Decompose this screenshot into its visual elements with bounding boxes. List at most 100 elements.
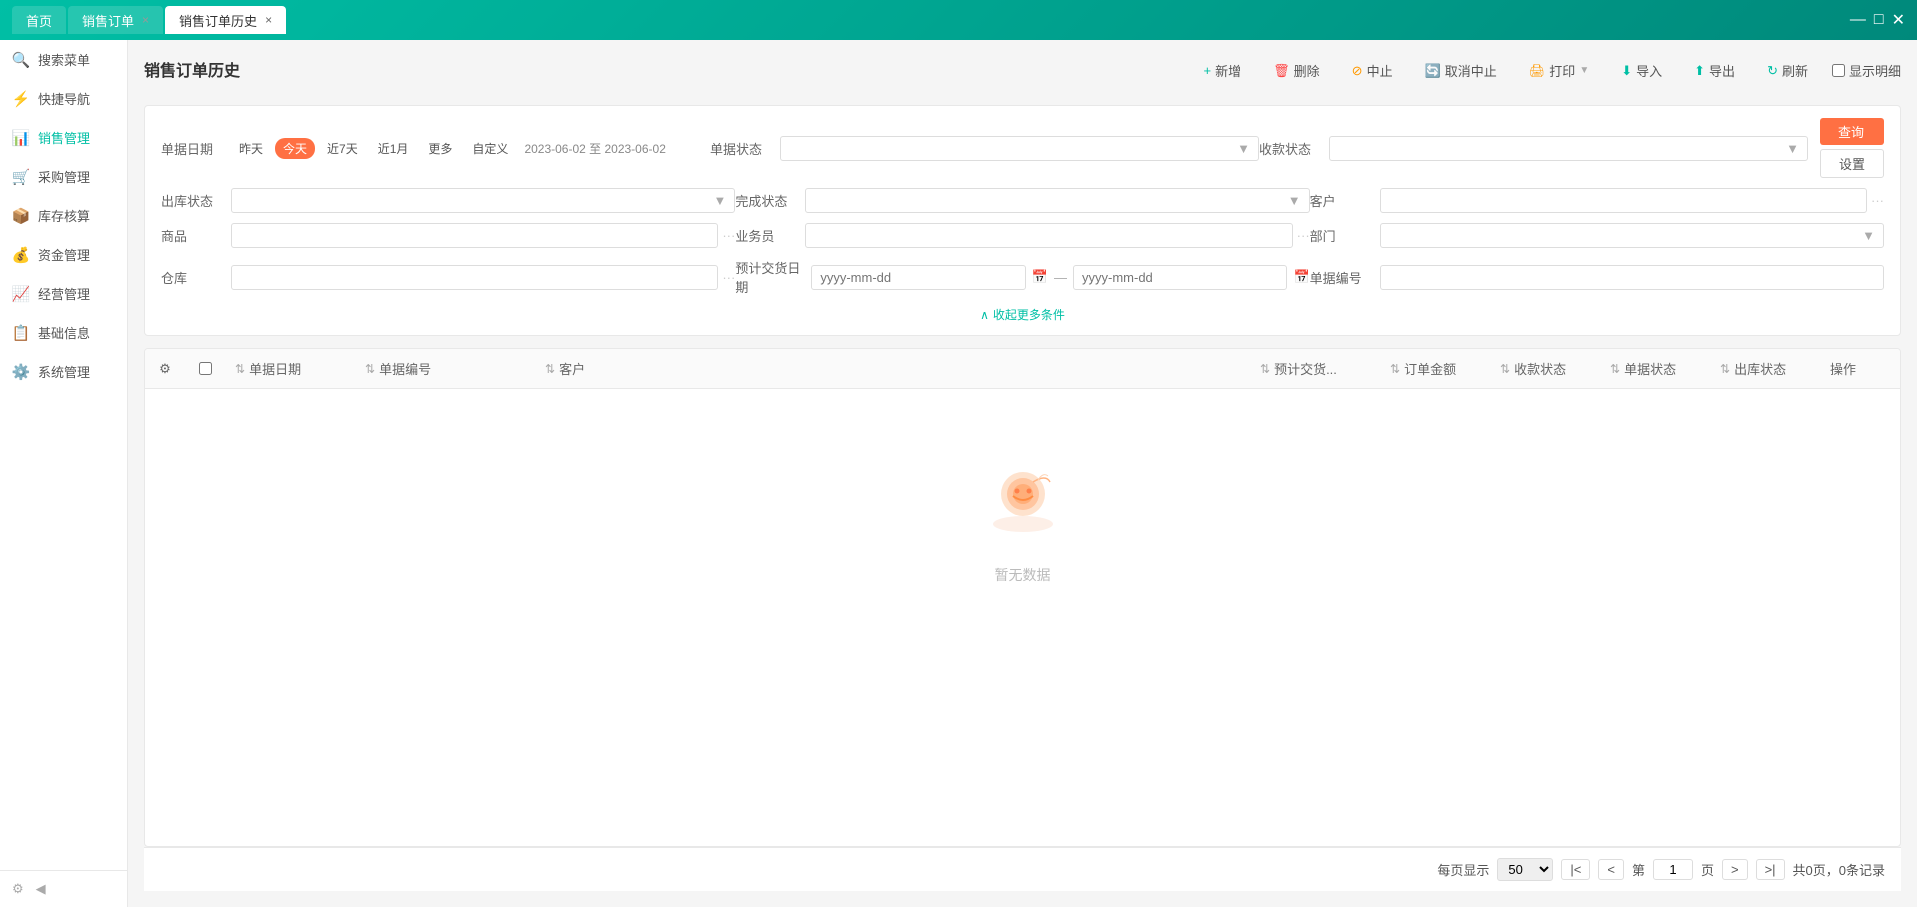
sidebar-item-base-info[interactable]: 📋 基础信息	[0, 313, 127, 352]
sidebar-item-operations[interactable]: 📈 经营管理	[0, 274, 127, 313]
delete-icon: 🗑	[1273, 63, 1290, 79]
print-button[interactable]: 🖨 打印 ▼	[1517, 56, 1601, 85]
sort-icon-date[interactable]: ⇅	[235, 362, 245, 376]
refresh-button[interactable]: ↻ 刷新	[1755, 56, 1820, 85]
bumen-arrow: ▼	[1862, 228, 1875, 243]
th-customer: ⇅ 客户	[535, 359, 1250, 378]
close-button[interactable]: ✕	[1892, 10, 1905, 30]
calendar-icon-end[interactable]: 📅	[1293, 269, 1309, 285]
danjubianhao-input[interactable]	[1380, 265, 1884, 290]
sidebar-item-finance[interactable]: 💰 资金管理	[0, 235, 127, 274]
sort-icon-number[interactable]: ⇅	[365, 362, 375, 376]
sidebar-settings-icon[interactable]: ⚙	[12, 881, 24, 897]
sidebar-item-inventory[interactable]: 📦 库存核算	[0, 196, 127, 235]
filter-wancheng-section: 完成状态 ▼	[735, 188, 1309, 213]
sidebar-item-search-label: 搜索菜单	[38, 50, 90, 69]
add-icon: +	[1204, 63, 1212, 78]
kehu-dots[interactable]: ···	[1871, 193, 1884, 208]
next-page-button[interactable]: >	[1722, 859, 1748, 880]
select-all-checkbox[interactable]	[199, 362, 212, 375]
minimize-button[interactable]: —	[1850, 11, 1866, 29]
bumen-select[interactable]: ▼	[1380, 223, 1884, 248]
empty-text: 暂无数据	[995, 565, 1051, 585]
shangpin-dots[interactable]: ···	[722, 228, 735, 243]
settings-button[interactable]: 设置	[1820, 149, 1884, 178]
import-button[interactable]: ⬇ 导入	[1609, 56, 1674, 85]
per-page-select[interactable]: 50 10 20 100	[1497, 858, 1553, 881]
date-tab-yesterday[interactable]: 昨天	[231, 138, 271, 159]
sidebar-bottom: ⚙ ◀	[0, 870, 127, 907]
shoukuan-status-select[interactable]: ▼	[1329, 136, 1808, 161]
import-icon: ⬇	[1621, 63, 1632, 79]
show-detail-checkbox-label[interactable]: 显示明细	[1832, 61, 1901, 80]
sales-icon: 📊	[12, 129, 30, 147]
delivery-date-start[interactable]	[811, 265, 1025, 290]
tab-sales-history[interactable]: 销售订单历史 ×	[165, 6, 286, 34]
table-settings-icon[interactable]: ⚙	[159, 361, 171, 377]
yewuyuan-dots[interactable]: ···	[1297, 228, 1310, 243]
sidebar-collapse-icon[interactable]: ◀	[36, 881, 46, 897]
query-button[interactable]: 查询	[1820, 118, 1884, 145]
add-button[interactable]: + 新增	[1192, 56, 1254, 85]
filter-row-1: 单据日期 昨天 今天 近7天 近1月 更多 自定义 2023-06-02 至 2…	[161, 118, 1884, 178]
tab-home-label: 首页	[26, 11, 52, 30]
yewuyuan-input[interactable]	[805, 223, 1292, 248]
collapse-link[interactable]: ∧ 收起更多条件	[161, 306, 1884, 323]
calendar-icon-start[interactable]: 📅	[1032, 269, 1048, 285]
sidebar-item-quick-nav[interactable]: ⚡ 快捷导航	[0, 79, 127, 118]
show-detail-checkbox[interactable]	[1832, 64, 1845, 77]
maximize-button[interactable]: □	[1874, 11, 1884, 29]
per-page-label: 每页显示	[1437, 860, 1489, 879]
sort-icon-amount[interactable]: ⇅	[1390, 362, 1400, 376]
filter-bumen-section: 部门 ▼	[1310, 223, 1884, 248]
date-separator: —	[1054, 270, 1067, 285]
stop-icon: ⊘	[1352, 63, 1363, 79]
tab-sales-history-close[interactable]: ×	[265, 13, 272, 27]
kehu-input[interactable]	[1380, 188, 1867, 213]
shangpin-input[interactable]	[231, 223, 718, 248]
sidebar-item-system[interactable]: ⚙️ 系统管理	[0, 352, 127, 391]
export-button[interactable]: ⬆ 导出	[1682, 56, 1747, 85]
tab-home[interactable]: 首页	[12, 6, 66, 34]
cancel-stop-button[interactable]: 🔄 取消中止	[1413, 56, 1509, 85]
sidebar-item-search[interactable]: 🔍 搜索菜单	[0, 40, 127, 79]
date-tab-7days[interactable]: 近7天	[319, 138, 366, 159]
date-tab-1month[interactable]: 近1月	[370, 138, 417, 159]
chuku-status-select[interactable]: ▼	[231, 188, 735, 213]
delete-button[interactable]: 🗑 删除	[1261, 56, 1332, 85]
danju-status-label: 单据状态	[710, 139, 780, 158]
tab-sales-order[interactable]: 销售订单 ×	[68, 6, 163, 34]
wancheng-status-select[interactable]: ▼	[805, 188, 1309, 213]
main-content: 销售订单历史 + 新增 🗑 删除 ⊘ 中止 🔄 取消中止	[128, 40, 1917, 907]
sort-icon-receipt[interactable]: ⇅	[1500, 362, 1510, 376]
filter-delivery-date-section: 预计交货日期 📅 — 📅	[735, 258, 1309, 296]
page-number-input[interactable]	[1653, 859, 1693, 880]
sort-icon-customer[interactable]: ⇅	[545, 362, 555, 376]
stop-button[interactable]: ⊘ 中止	[1340, 56, 1405, 85]
th-outbound-status: ⇅ 出库状态	[1710, 359, 1820, 378]
checkbox-th[interactable]	[185, 362, 225, 375]
sort-icon-delivery[interactable]: ⇅	[1260, 362, 1270, 376]
first-page-button[interactable]: |<	[1561, 859, 1590, 880]
export-icon: ⬆	[1694, 63, 1705, 79]
delivery-date-end[interactable]	[1073, 265, 1287, 290]
tab-sales-order-close[interactable]: ×	[142, 13, 149, 27]
sidebar-item-system-label: 系统管理	[38, 362, 90, 381]
last-page-button[interactable]: >|	[1756, 859, 1785, 880]
print-dropdown-icon: ▼	[1579, 65, 1589, 76]
date-tab-today[interactable]: 今天	[275, 138, 315, 159]
danju-status-select[interactable]: ▼	[780, 136, 1259, 161]
cangku-dots[interactable]: ···	[722, 270, 735, 285]
window-controls: — □ ✕	[1850, 10, 1905, 30]
settings-th[interactable]: ⚙	[145, 361, 185, 377]
prev-page-button[interactable]: <	[1598, 859, 1624, 880]
sidebar-item-sales[interactable]: 📊 销售管理	[0, 118, 127, 157]
sort-icon-doc[interactable]: ⇅	[1610, 362, 1620, 376]
cangku-input[interactable]	[231, 265, 718, 290]
filter-row-4: 仓库 ··· 预计交货日期 📅 — 📅 单据编号	[161, 258, 1884, 296]
sidebar-item-purchase[interactable]: 🛒 采购管理	[0, 157, 127, 196]
kehu-label: 客户	[1310, 191, 1380, 210]
date-tab-more[interactable]: 更多	[420, 138, 460, 159]
sort-icon-outbound[interactable]: ⇅	[1720, 362, 1730, 376]
date-tab-custom[interactable]: 自定义	[464, 138, 516, 159]
